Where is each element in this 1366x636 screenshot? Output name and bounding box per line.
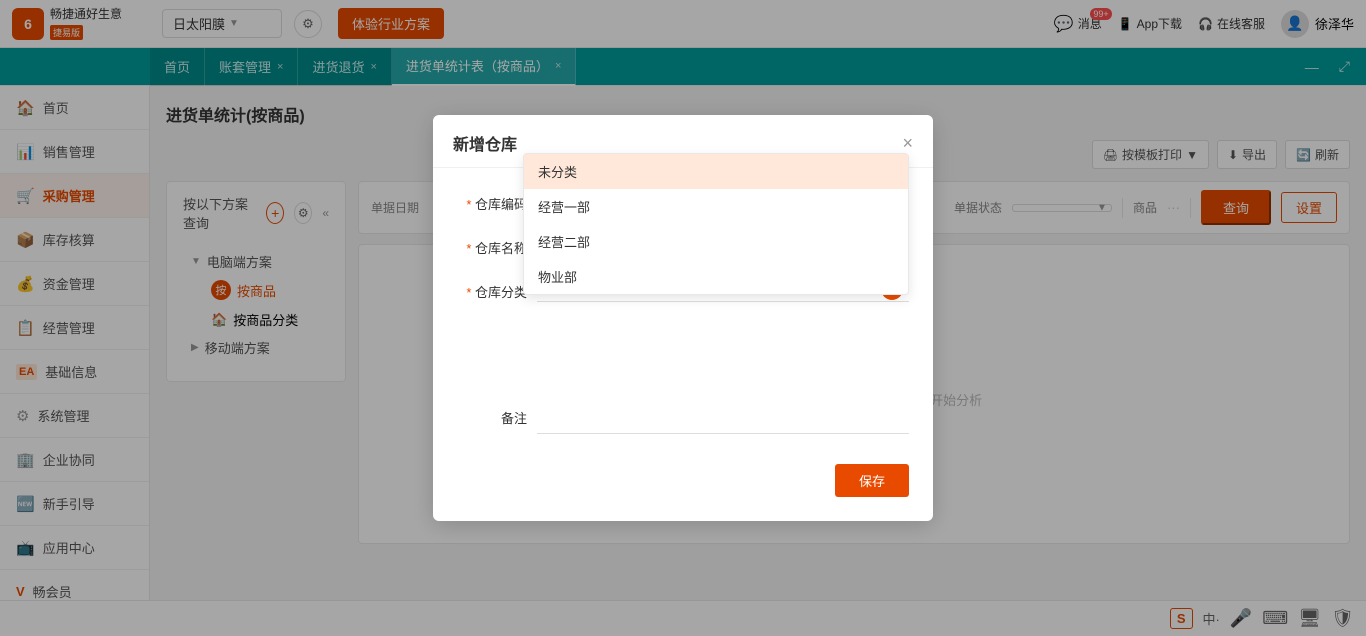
category-option-property[interactable]: 物业部 (524, 259, 908, 294)
save-button[interactable]: 保存 (835, 464, 909, 497)
category-option-ops2[interactable]: 经营二部 (524, 224, 908, 259)
modal-close-button[interactable]: × (902, 133, 913, 154)
modal-title: 新增仓库 (453, 131, 517, 155)
modal-footer: 保存 (433, 452, 933, 497)
category-dropdown: 未分类 经营一部 经营二部 物业部 (523, 153, 909, 295)
modal-body: 仓库编码 仓库名称 请输入仓库名称 仓库分类 未分类 经营一部 (433, 168, 933, 434)
category-option-uncategorized[interactable]: 未分类 (524, 154, 908, 189)
notes-label: 备注 (457, 402, 537, 427)
notes-input[interactable] (537, 402, 909, 434)
form-row-notes: 备注 (457, 402, 909, 434)
new-warehouse-modal: 新增仓库 × 仓库编码 仓库名称 请输入仓库名称 仓库分类 (433, 115, 933, 521)
category-option-ops1[interactable]: 经营一部 (524, 189, 908, 224)
